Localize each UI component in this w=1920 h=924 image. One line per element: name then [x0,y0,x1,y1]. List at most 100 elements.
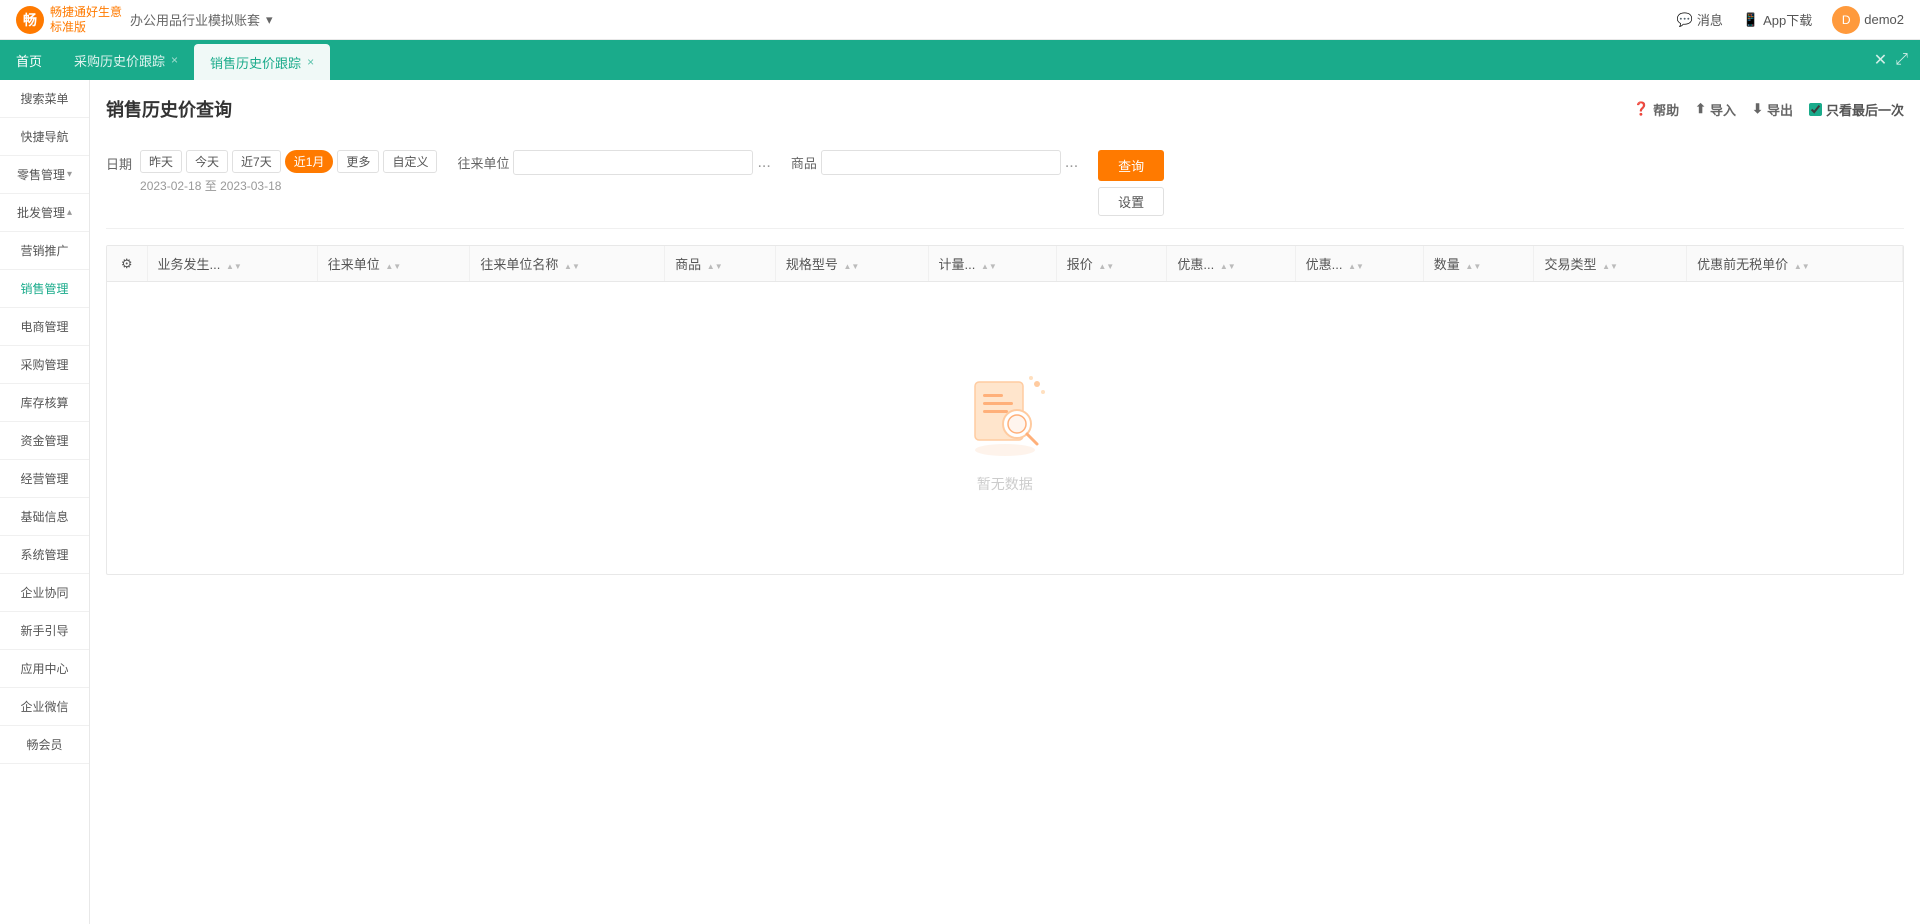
table-col-gear[interactable]: ⚙ [107,246,147,282]
date-range-display: 2023-02-18 至 2023-03-18 [140,177,437,194]
sidebar-item-operations[interactable]: 经营管理 [0,460,89,498]
content-area: 销售历史价查询 ❓ 帮助 ⬆ 导入 ⬇ 导出 [90,80,1920,924]
close-window-icon[interactable]: ✕ [1874,50,1887,70]
user-menu[interactable]: D demo2 [1832,6,1904,34]
filter-btn-actions: 查询 设置 [1098,150,1164,216]
date-buttons: 昨天 今天 近7天 近1月 更多 自定义 2023-02-18 至 2023-0… [140,150,437,194]
table-body: 暂无数据 [107,282,1903,575]
sidebar-item-guide[interactable]: 新手引导 [0,612,89,650]
only-last-checkbox[interactable] [1809,103,1822,116]
sort-icon[interactable]: ▲▼ [1602,262,1618,271]
logo-text: 畅捷通好生意 标准版 [50,5,122,34]
sort-icon[interactable]: ▲▼ [981,262,997,271]
page-title-actions: ❓ 帮助 ⬆ 导入 ⬇ 导出 只看最后一次 [1633,100,1904,119]
date-btn-yesterday[interactable]: 昨天 [140,150,182,173]
sidebar: 搜索菜单 快捷导航 零售管理 ▾ 批发管理 ▴ 营销推广 销售管理 电商管理 采… [0,80,90,924]
export-button[interactable]: ⬇ 导出 [1752,100,1793,119]
sort-icon[interactable]: ▲▼ [385,262,401,271]
sidebar-item-purchase-mgmt[interactable]: 采购管理 [0,346,89,384]
chevron-down-icon: ▾ [67,169,72,180]
help-icon: ❓ [1633,101,1649,117]
sidebar-item-sales-mgmt[interactable]: 销售管理 [0,270,89,308]
date-btn-1month[interactable]: 近1月 [285,150,334,173]
table-col-discount1[interactable]: 优惠... ▲▼ [1167,246,1295,282]
sidebar-item-enterprise[interactable]: 企业协同 [0,574,89,612]
message-icon: 💬 [1677,12,1693,28]
page: 销售历史价查询 ❓ 帮助 ⬆ 导入 ⬇ 导出 [90,80,1920,924]
date-btn-today[interactable]: 今天 [186,150,228,173]
table-header-row: ⚙ 业务发生... ▲▼ 往来单位 ▲▼ 往来单位名称 ▲ [107,246,1903,282]
sort-icon[interactable]: ▲▼ [564,262,580,271]
table-col-discount2[interactable]: 优惠... ▲▼ [1295,246,1423,282]
sidebar-item-finance[interactable]: 资金管理 [0,422,89,460]
table-col-partner-code[interactable]: 往来单位 ▲▼ [317,246,470,282]
sidebar-item-quick-nav[interactable]: 快捷导航 [0,118,89,156]
table-col-qty[interactable]: 数量 ▲▼ [1423,246,1534,282]
expand-window-icon[interactable]: ⤢ [1895,51,1908,69]
logo-area: 畅 畅捷通好生意 标准版 [16,5,122,34]
top-bar: 畅 畅捷通好生意 标准版 办公用品行业模拟账套 ▾ 💬 消息 📱 App下载 D… [0,0,1920,40]
table-col-product[interactable]: 商品 ▲▼ [665,246,776,282]
avatar: D [1832,6,1860,34]
help-button[interactable]: ❓ 帮助 [1633,100,1679,119]
partner-filter-label: 往来单位 [457,153,509,172]
import-button[interactable]: ⬆ 导入 [1695,100,1736,119]
tab-sales-history-close[interactable]: × [307,55,314,69]
sort-icon[interactable]: ▲▼ [1465,262,1481,271]
sidebar-item-marketing[interactable]: 营销推广 [0,232,89,270]
only-last-checkbox-label[interactable]: 只看最后一次 [1809,100,1904,119]
product-filter-input[interactable] [821,150,1061,175]
download-icon: 📱 [1743,12,1759,28]
message-button[interactable]: 💬 消息 [1677,10,1723,29]
table-col-spec[interactable]: 规格型号 ▲▼ [775,246,928,282]
sidebar-item-search-menu[interactable]: 搜索菜单 [0,80,89,118]
sidebar-item-wechat[interactable]: 企业微信 [0,688,89,726]
partner-filter-lookup[interactable]: ... [757,154,770,172]
app-download-button[interactable]: 📱 App下载 [1743,10,1812,29]
table-col-trade-type[interactable]: 交易类型 ▲▼ [1534,246,1687,282]
setting-button[interactable]: 设置 [1098,187,1164,216]
sort-icon[interactable]: ▲▼ [226,262,242,271]
sidebar-item-app-center[interactable]: 应用中心 [0,650,89,688]
workspace-selector[interactable]: 办公用品行业模拟账套 ▾ [130,10,273,29]
product-filter-lookup[interactable]: ... [1065,154,1078,172]
query-button[interactable]: 查询 [1098,150,1164,181]
product-filter-label: 商品 [791,153,817,172]
sidebar-item-retail-mgmt[interactable]: 零售管理 ▾ [0,156,89,194]
sidebar-item-member[interactable]: 畅会员 [0,726,89,764]
table-col-unit[interactable]: 计量... ▲▼ [928,246,1056,282]
table-col-biz-date[interactable]: 业务发生... ▲▼ [147,246,317,282]
tab-home[interactable]: 首页 [0,40,58,80]
sidebar-item-system[interactable]: 系统管理 [0,536,89,574]
date-btn-custom[interactable]: 自定义 [383,150,437,173]
sidebar-item-basic-info[interactable]: 基础信息 [0,498,89,536]
partner-filter-group: 往来单位 ... [457,150,770,175]
empty-icon [955,362,1055,462]
tab-bar: 首页 采购历史价跟踪 × 销售历史价跟踪 × ✕ ⤢ [0,40,1920,80]
sidebar-item-inventory[interactable]: 库存核算 [0,384,89,422]
main: 搜索菜单 快捷导航 零售管理 ▾ 批发管理 ▴ 营销推广 销售管理 电商管理 采… [0,80,1920,924]
table-col-partner-name[interactable]: 往来单位名称 ▲▼ [470,246,665,282]
table-col-pre-tax-price[interactable]: 优惠前无税单价 ▲▼ [1687,246,1903,282]
date-btn-more[interactable]: 更多 [337,150,379,173]
sort-icon[interactable]: ▲▼ [843,262,859,271]
sort-icon[interactable]: ▲▼ [1220,262,1236,271]
sort-icon[interactable]: ▲▼ [707,262,723,271]
sort-icon[interactable]: ▲▼ [1098,262,1114,271]
sidebar-item-ecommerce[interactable]: 电商管理 [0,308,89,346]
tab-bar-actions: ✕ ⤢ [1874,40,1920,80]
tab-purchase-history[interactable]: 采购历史价跟踪 × [58,40,194,80]
sidebar-item-wholesale-mgmt[interactable]: 批发管理 ▴ [0,194,89,232]
product-filter-group: 商品 ... [791,150,1078,175]
date-btn-7days[interactable]: 近7天 [232,150,281,173]
tab-purchase-history-close[interactable]: × [171,53,178,67]
sort-icon[interactable]: ▲▼ [1794,262,1810,271]
tab-sales-history[interactable]: 销售历史价跟踪 × [194,44,330,80]
date-filter-group: 日期 昨天 今天 近7天 近1月 更多 自定义 2023-02-18 至 202… [106,150,437,194]
partner-filter-input[interactable] [513,150,753,175]
top-bar-left: 畅 畅捷通好生意 标准版 办公用品行业模拟账套 ▾ [16,5,273,34]
table-col-price[interactable]: 报价 ▲▼ [1056,246,1167,282]
sort-icon[interactable]: ▲▼ [1348,262,1364,271]
data-table-container: ⚙ 业务发生... ▲▼ 往来单位 ▲▼ 往来单位名称 ▲ [106,245,1904,575]
page-title: 销售历史价查询 [106,96,232,122]
